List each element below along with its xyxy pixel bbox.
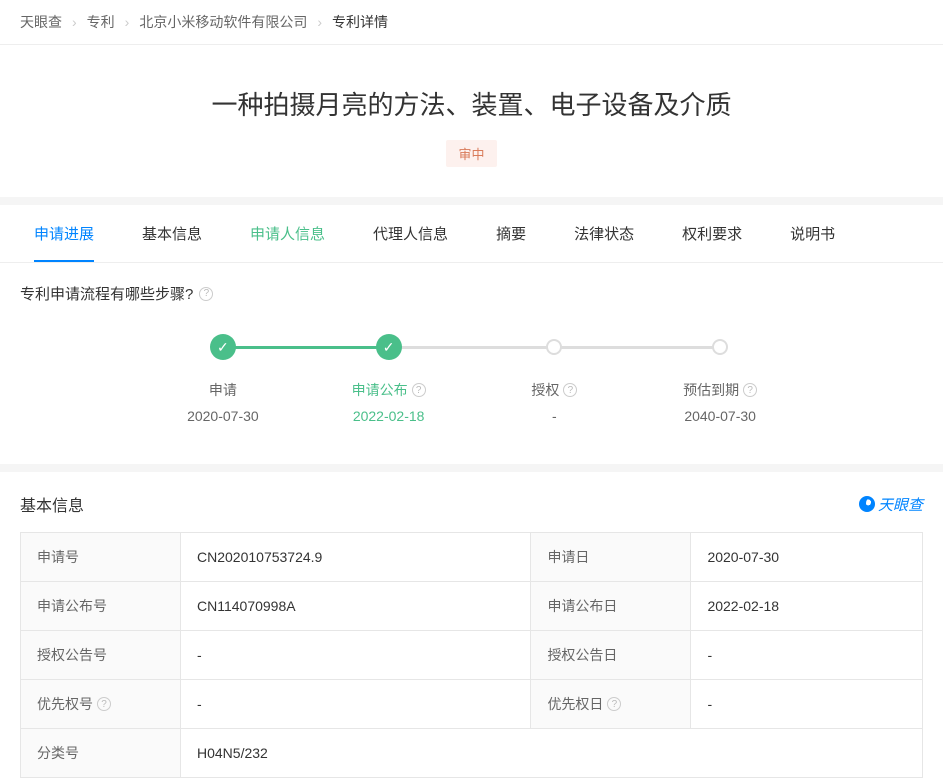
table-value: 2022-02-18 <box>691 582 923 631</box>
help-icon[interactable]: ? <box>199 287 213 301</box>
timeline: ✓ 申请 2020-07-30 ✓ 申请公布? 2022-02-18授权? - 预估到期? 20… <box>20 334 923 444</box>
info-table: 申请号CN202010753724.9申请日2020-07-30申请公布号CN1… <box>20 532 923 778</box>
breadcrumb-link-0[interactable]: 天眼查 <box>20 12 62 32</box>
check-icon: ✓ <box>376 334 402 360</box>
tab-5[interactable]: 法律状态 <box>550 205 658 262</box>
timeline-line <box>389 346 555 349</box>
table-label: 申请号 <box>21 533 181 582</box>
tab-3[interactable]: 代理人信息 <box>349 205 472 262</box>
table-value: CN202010753724.9 <box>181 533 531 582</box>
info-title: 基本信息 <box>20 492 84 516</box>
table-value: CN114070998A <box>181 582 531 631</box>
tab-4[interactable]: 摘要 <box>472 205 550 262</box>
timeline-item-0: ✓ 申请 2020-07-30 <box>140 334 306 424</box>
tab-1[interactable]: 基本信息 <box>118 205 226 262</box>
table-label: 分类号 <box>21 729 181 778</box>
check-icon: ✓ <box>210 334 236 360</box>
table-label: 优先权日? <box>531 680 691 729</box>
watermark: 天眼查 <box>859 494 923 515</box>
table-row: 申请号CN202010753724.9申请日2020-07-30 <box>21 533 923 582</box>
table-row: 优先权号?-优先权日?- <box>21 680 923 729</box>
table-value: 2020-07-30 <box>691 533 923 582</box>
timeline-label: 申请 <box>140 380 306 400</box>
table-label: 授权公告号 <box>21 631 181 680</box>
table-value: - <box>181 631 531 680</box>
timeline-line <box>223 346 389 349</box>
timeline-date: - <box>472 408 638 424</box>
status-badge: 审中 <box>446 140 496 167</box>
pending-node <box>712 339 728 355</box>
timeline-date: 2022-02-18 <box>306 408 472 424</box>
tabs: 申请进展基本信息申请人信息代理人信息摘要法律状态权利要求说明书 <box>0 205 943 263</box>
breadcrumb-link-1[interactable]: 专利 <box>87 12 115 32</box>
table-value: H04N5/232 <box>181 729 923 778</box>
timeline-label: 预估到期? <box>637 380 803 400</box>
table-row: 申请公布号CN114070998A申请公布日2022-02-18 <box>21 582 923 631</box>
table-value: - <box>691 631 923 680</box>
page-header: 一种拍摄月亮的方法、装置、电子设备及介质 审中 <box>0 45 943 197</box>
pending-node <box>546 339 562 355</box>
table-row: 分类号H04N5/232 <box>21 729 923 778</box>
table-value: - <box>691 680 923 729</box>
table-row: 授权公告号-授权公告日- <box>21 631 923 680</box>
help-icon[interactable]: ? <box>607 697 621 711</box>
table-value: - <box>181 680 531 729</box>
table-label: 申请公布号 <box>21 582 181 631</box>
watermark-icon <box>859 496 875 512</box>
help-icon[interactable]: ? <box>743 383 757 397</box>
page-title: 一种拍摄月亮的方法、装置、电子设备及介质 <box>20 85 923 122</box>
breadcrumb-link-2[interactable]: 北京小米移动软件有限公司 <box>139 12 307 32</box>
timeline-label: 申请公布? <box>306 380 472 400</box>
help-icon[interactable]: ? <box>412 383 426 397</box>
progress-section: 专利申请流程有哪些步骤? ? ✓ 申请 2020-07-30 ✓ 申请公布? 2022-0… <box>0 263 943 464</box>
basic-info-section: 基本信息 天眼查 申请号CN202010753724.9申请日2020-07-3… <box>0 472 943 778</box>
help-icon[interactable]: ? <box>97 697 111 711</box>
tab-6[interactable]: 权利要求 <box>658 205 766 262</box>
info-header: 基本信息 天眼查 <box>20 492 923 516</box>
tab-0[interactable]: 申请进展 <box>10 205 118 262</box>
table-label: 申请公布日 <box>531 582 691 631</box>
table-label: 优先权号? <box>21 680 181 729</box>
breadcrumb-sep: › <box>72 14 77 30</box>
tab-2[interactable]: 申请人信息 <box>226 205 349 262</box>
breadcrumb-current: 专利详情 <box>332 12 388 32</box>
table-label: 授权公告日 <box>531 631 691 680</box>
timeline-date: 2020-07-30 <box>140 408 306 424</box>
breadcrumb-sep: › <box>125 14 130 30</box>
watermark-text: 天眼查 <box>878 494 923 515</box>
breadcrumb: 天眼查 › 专利 › 北京小米移动软件有限公司 › 专利详情 <box>0 0 943 45</box>
progress-question: 专利申请流程有哪些步骤? ? <box>20 283 923 304</box>
breadcrumb-sep: › <box>317 14 322 30</box>
timeline-label: 授权? <box>472 380 638 400</box>
question-text: 专利申请流程有哪些步骤? <box>20 283 193 304</box>
timeline-date: 2040-07-30 <box>637 408 803 424</box>
help-icon[interactable]: ? <box>563 383 577 397</box>
tab-7[interactable]: 说明书 <box>766 205 859 262</box>
timeline-line <box>554 346 720 349</box>
table-label: 申请日 <box>531 533 691 582</box>
